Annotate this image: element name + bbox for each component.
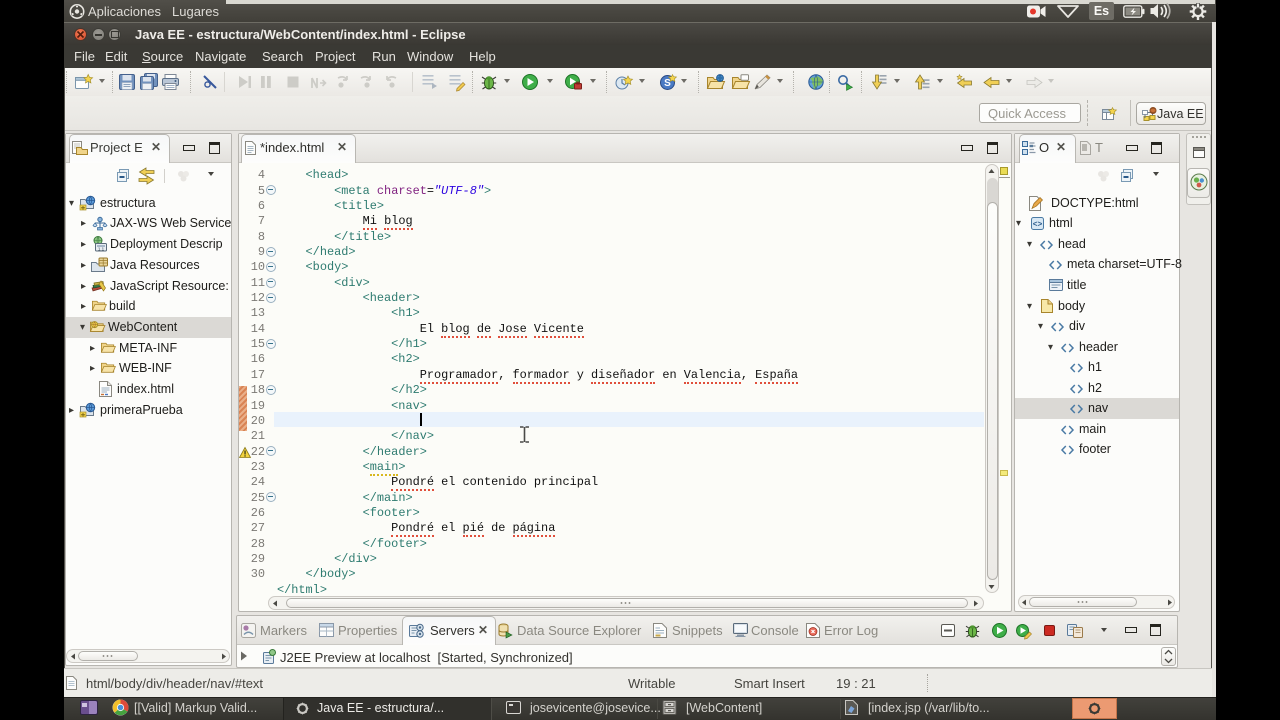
- svg-text:<>: <>: [1033, 221, 1043, 230]
- svg-text:S: S: [664, 78, 671, 89]
- svg-text:1.1: 1.1: [98, 246, 105, 251]
